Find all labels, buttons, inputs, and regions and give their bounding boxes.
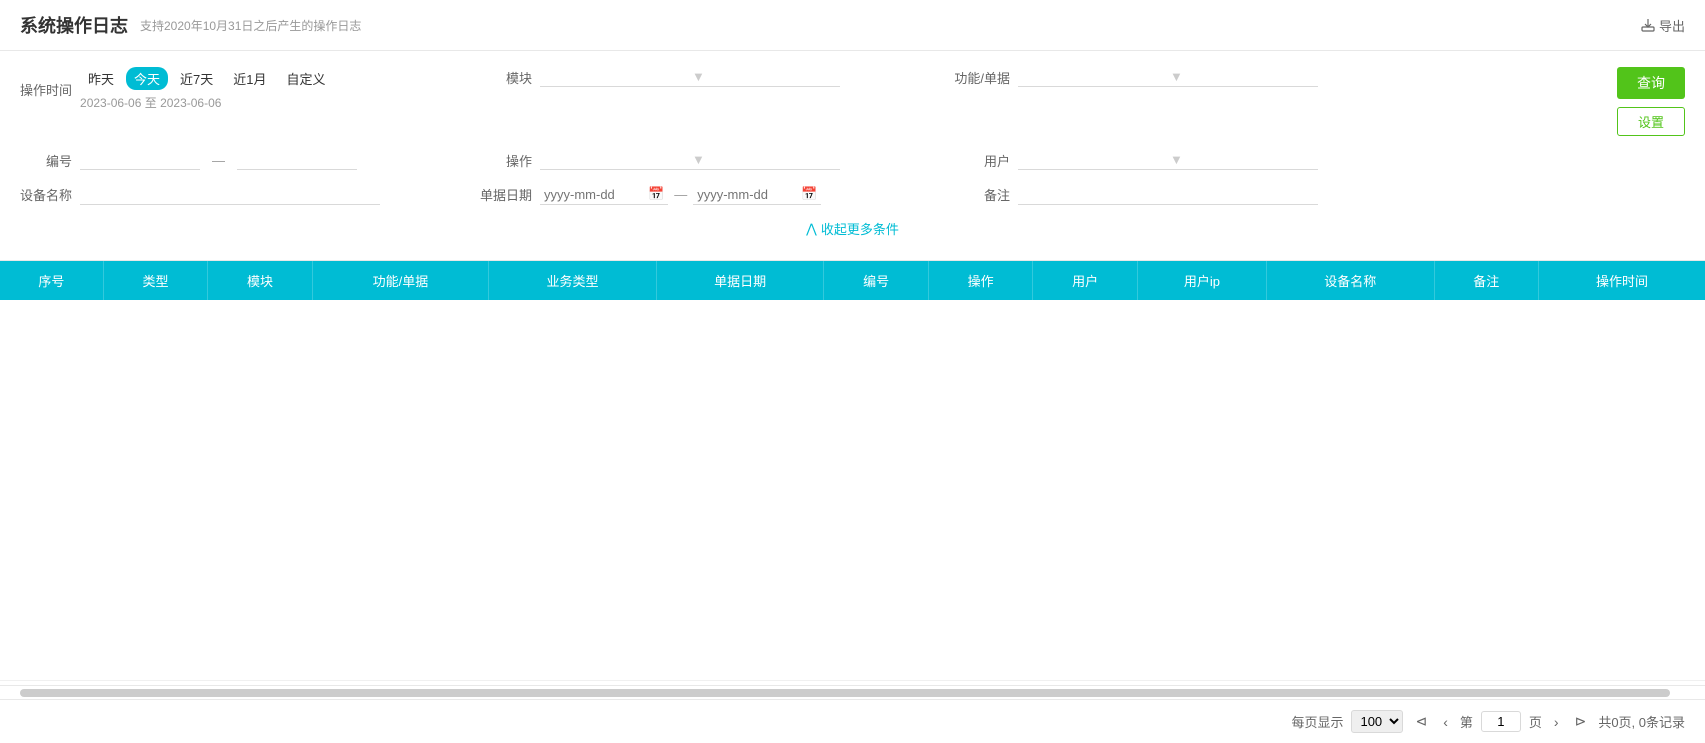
total-info: 共0页, 0条记录 xyxy=(1598,712,1685,731)
user-filter: 用户 ▼ xyxy=(940,150,1685,170)
operation-select[interactable]: ▼ xyxy=(540,150,840,170)
operation-arrow-icon: ▼ xyxy=(692,152,840,167)
number-label: 编号 xyxy=(20,151,72,170)
number-to-input[interactable] xyxy=(237,150,357,170)
page-subtitle: 支持2020年10月31日之后产生的操作日志 xyxy=(140,17,361,34)
collapse-icon: ⋀ xyxy=(806,221,817,237)
date-to-wrap[interactable]: 📅 xyxy=(693,184,821,205)
device-filter: 设备名称 xyxy=(20,185,480,205)
user-label: 用户 xyxy=(940,151,1010,170)
module-filter: 模块 ▼ xyxy=(480,67,940,87)
number-filter: 编号 — xyxy=(20,150,480,170)
collapse-bar[interactable]: ⋀ 收起更多条件 xyxy=(20,213,1685,244)
remark-input[interactable] xyxy=(1018,185,1318,205)
table-wrap: 序号 类型 模块 功能/单据 业务类型 单据日期 编号 操作 用户 用户ip 设… xyxy=(0,261,1705,685)
per-page-select[interactable]: 100 50 200 xyxy=(1351,710,1403,733)
col-type: 类型 xyxy=(103,261,207,300)
module-select[interactable]: ▼ xyxy=(540,67,840,87)
time-range-text: 2023-06-06 至 2023-06-06 xyxy=(80,94,334,111)
page-title: 系统操作日志 xyxy=(20,12,128,38)
time-filter: 操作时间 昨天 今天 近7天 近1月 自定义 2023-06-06 至 2023… xyxy=(20,67,480,111)
col-sequence: 序号 xyxy=(0,261,103,300)
col-device-name: 设备名称 xyxy=(1266,261,1434,300)
voucher-date-filter: 单据日期 📅 — 📅 xyxy=(480,184,940,205)
page-header: 系统操作日志 支持2020年10月31日之后产生的操作日志 导出 xyxy=(0,0,1705,51)
remark-label: 备注 xyxy=(940,185,1010,204)
last-page-btn[interactable]: ⊳ xyxy=(1571,711,1591,732)
voucher-date-label: 单据日期 xyxy=(480,185,532,204)
number-from-input[interactable] xyxy=(80,150,200,170)
settings-button[interactable]: 设置 xyxy=(1617,107,1685,136)
time-btn-7days[interactable]: 近7天 xyxy=(172,67,221,90)
device-label: 设备名称 xyxy=(20,185,72,204)
filter-area: 操作时间 昨天 今天 近7天 近1月 自定义 2023-06-06 至 2023… xyxy=(0,51,1705,261)
date-dash: — xyxy=(674,187,687,202)
time-btn-today[interactable]: 今天 xyxy=(126,67,168,90)
user-select[interactable]: ▼ xyxy=(1018,150,1318,170)
operation-label: 操作 xyxy=(480,151,532,170)
table-header-row: 序号 类型 模块 功能/单据 业务类型 单据日期 编号 操作 用户 用户ip 设… xyxy=(0,261,1705,300)
col-voucher-date: 单据日期 xyxy=(656,261,824,300)
next-page-btn[interactable]: › xyxy=(1550,712,1563,732)
remark-filter: 备注 xyxy=(940,185,1685,205)
user-arrow-icon: ▼ xyxy=(1170,152,1318,167)
time-btn-custom[interactable]: 自定义 xyxy=(279,67,334,90)
time-btn-1month[interactable]: 近1月 xyxy=(225,67,274,90)
function-filter: 功能/单据 ▼ xyxy=(940,67,1597,87)
col-user-ip: 用户ip xyxy=(1137,261,1266,300)
data-table: 序号 类型 模块 功能/单据 业务类型 单据日期 编号 操作 用户 用户ip 设… xyxy=(0,261,1705,681)
col-operation: 操作 xyxy=(928,261,1032,300)
time-label: 操作时间 xyxy=(20,80,72,99)
table-body xyxy=(0,300,1705,680)
col-remark: 备注 xyxy=(1434,261,1538,300)
prev-page-btn[interactable]: ‹ xyxy=(1439,712,1452,732)
number-dash: — xyxy=(212,153,225,168)
module-arrow-icon: ▼ xyxy=(692,69,840,84)
page-input[interactable] xyxy=(1481,711,1521,732)
function-select[interactable]: ▼ xyxy=(1018,67,1318,87)
per-page-label: 每页显示 xyxy=(1291,712,1343,731)
function-label: 功能/单据 xyxy=(940,68,1010,87)
pagination: 每页显示 100 50 200 ⊲ ‹ 第 页 › ⊳ 共0页, 0条记录 xyxy=(0,699,1705,743)
time-btn-yesterday[interactable]: 昨天 xyxy=(80,67,122,90)
calendar-from-icon: 📅 xyxy=(648,186,664,202)
horizontal-scrollbar[interactable] xyxy=(0,685,1705,699)
date-to-input[interactable] xyxy=(697,187,797,202)
page-unit: 页 xyxy=(1529,712,1542,731)
query-button[interactable]: 查询 xyxy=(1617,67,1685,99)
export-icon xyxy=(1641,18,1655,32)
collapse-text: 收起更多条件 xyxy=(821,219,899,238)
module-label: 模块 xyxy=(480,68,532,87)
page-label: 第 xyxy=(1460,712,1473,731)
col-number: 编号 xyxy=(824,261,928,300)
export-button[interactable]: 导出 xyxy=(1641,16,1685,35)
col-user: 用户 xyxy=(1033,261,1137,300)
date-from-wrap[interactable]: 📅 xyxy=(540,184,668,205)
time-filter-group: 昨天 今天 近7天 近1月 自定义 2023-06-06 至 2023-06-0… xyxy=(80,67,334,111)
function-arrow-icon: ▼ xyxy=(1170,69,1318,84)
calendar-to-icon: 📅 xyxy=(801,186,817,202)
col-operation-time: 操作时间 xyxy=(1539,261,1705,300)
device-input[interactable] xyxy=(80,185,380,205)
first-page-btn[interactable]: ⊲ xyxy=(1411,711,1431,732)
date-from-input[interactable] xyxy=(544,187,644,202)
col-business-type: 业务类型 xyxy=(489,261,657,300)
col-function: 功能/单据 xyxy=(312,261,488,300)
operation-filter: 操作 ▼ xyxy=(480,150,940,170)
col-module: 模块 xyxy=(208,261,312,300)
